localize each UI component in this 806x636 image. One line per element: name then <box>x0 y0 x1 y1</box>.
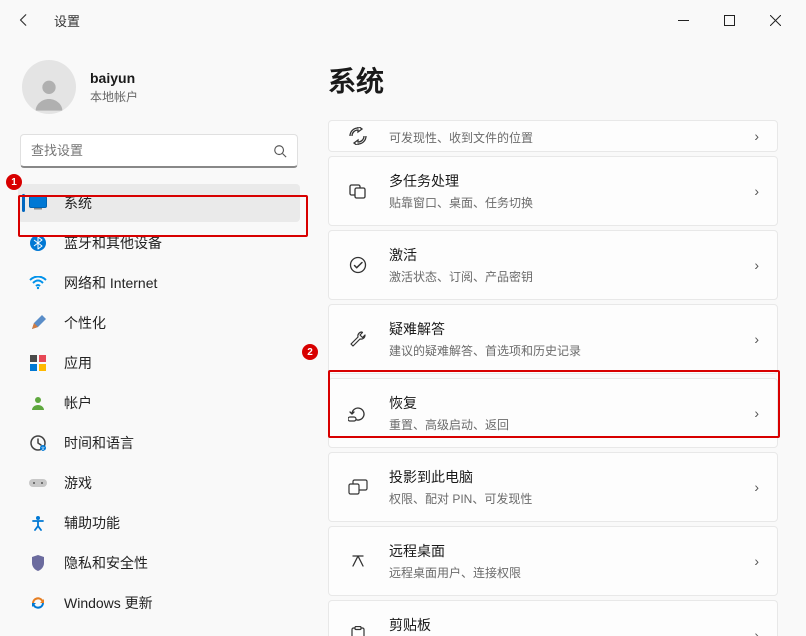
search-box[interactable] <box>20 134 298 168</box>
account-text: baiyun 本地帐户 <box>90 70 138 105</box>
share-icon <box>347 125 369 147</box>
sidebar-item-label: 隐私和安全性 <box>64 553 148 573</box>
sidebar-item-bluetooth[interactable]: 蓝牙和其他设备 <box>18 224 300 262</box>
accessibility-icon <box>28 513 48 533</box>
card-clipboard[interactable]: 剪贴板 剪切和复制历史记录、同步、清除 › <box>328 600 778 636</box>
chevron-right-icon: › <box>754 257 759 273</box>
sidebar-item-gaming[interactable]: 游戏 <box>18 464 300 502</box>
card-remote[interactable]: 远程桌面 远程桌面用户、连接权限 › <box>328 526 778 596</box>
chevron-right-icon: › <box>754 553 759 569</box>
sidebar-item-label: 时间和语言 <box>64 433 134 453</box>
window-controls <box>660 5 798 35</box>
card-title: 剪贴板 <box>389 615 754 635</box>
page-title: 系统 <box>328 60 778 100</box>
card-activation[interactable]: 激活 激活状态、订阅、产品密钥 › <box>328 230 778 300</box>
sidebar-item-apps[interactable]: 应用 <box>18 344 300 382</box>
card-title: 投影到此电脑 <box>389 467 754 487</box>
chevron-right-icon: › <box>754 479 759 495</box>
clock-icon: 文 <box>28 433 48 453</box>
chevron-right-icon: › <box>754 405 759 421</box>
card-subtitle: 远程桌面用户、连接权限 <box>389 564 754 581</box>
sidebar-item-personalize[interactable]: 个性化 <box>18 304 300 342</box>
card-title: 多任务处理 <box>389 171 754 191</box>
card-title: 远程桌面 <box>389 541 754 561</box>
close-icon <box>770 15 781 26</box>
card-subtitle: 权限、配对 PIN、可发现性 <box>389 490 754 507</box>
remote-icon <box>347 550 369 572</box>
card-title: 恢复 <box>389 393 754 413</box>
card-troubleshoot[interactable]: 疑难解答 建议的疑难解答、首选项和历史记录 › <box>328 304 778 374</box>
chevron-right-icon: › <box>754 331 759 347</box>
sidebar: baiyun 本地帐户 系统 蓝牙和其他设备 网络和 Internet 个性化 … <box>0 40 310 636</box>
sidebar-item-privacy[interactable]: 隐私和安全性 <box>18 544 300 582</box>
apps-icon <box>28 353 48 373</box>
bluetooth-icon <box>28 233 48 253</box>
maximize-button[interactable] <box>706 5 752 35</box>
sidebar-item-time[interactable]: 文 时间和语言 <box>18 424 300 462</box>
sidebar-item-label: Windows 更新 <box>64 593 153 613</box>
search-icon <box>273 144 287 158</box>
avatar-icon <box>29 74 69 114</box>
sidebar-item-label: 网络和 Internet <box>64 273 157 293</box>
check-icon <box>347 254 369 276</box>
wrench-icon <box>347 328 369 350</box>
account-panel[interactable]: baiyun 本地帐户 <box>18 52 300 130</box>
sidebar-item-label: 系统 <box>64 193 92 213</box>
callout-2-badge: 2 <box>302 344 318 360</box>
recovery-icon <box>347 402 369 424</box>
window-title: 设置 <box>54 11 80 30</box>
sidebar-item-system[interactable]: 系统 <box>18 184 300 222</box>
minimize-button[interactable] <box>660 5 706 35</box>
card-multitask[interactable]: 多任务处理 贴靠窗口、桌面、任务切换 › <box>328 156 778 226</box>
callout-1-badge: 1 <box>6 174 22 190</box>
wifi-icon <box>28 273 48 293</box>
sidebar-item-label: 游戏 <box>64 473 92 493</box>
sidebar-item-network[interactable]: 网络和 Internet <box>18 264 300 302</box>
card-title: 疑难解答 <box>389 319 754 339</box>
card-title: 激活 <box>389 245 754 265</box>
card-nearby-share[interactable]: 就近共享 可发现性、收到文件的位置 › <box>328 120 778 152</box>
card-project[interactable]: 投影到此电脑 权限、配对 PIN、可发现性 › <box>328 452 778 522</box>
card-subtitle: 重置、高级启动、返回 <box>389 416 754 433</box>
person-icon <box>28 393 48 413</box>
svg-text:文: 文 <box>41 445 45 451</box>
card-subtitle: 贴靠窗口、桌面、任务切换 <box>389 194 754 211</box>
brush-icon <box>28 313 48 333</box>
back-button[interactable] <box>8 4 40 36</box>
sidebar-item-accessibility[interactable]: 辅助功能 <box>18 504 300 542</box>
avatar <box>22 60 76 114</box>
minimize-icon <box>678 15 689 26</box>
system-icon <box>28 193 48 213</box>
card-subtitle: 建议的疑难解答、首选项和历史记录 <box>389 342 754 359</box>
sidebar-item-label: 应用 <box>64 353 92 373</box>
update-icon <box>28 593 48 613</box>
sidebar-item-update[interactable]: Windows 更新 <box>18 584 300 622</box>
card-recovery[interactable]: 恢复 重置、高级启动、返回 › <box>328 378 778 448</box>
game-icon <box>28 473 48 493</box>
card-subtitle: 可发现性、收到文件的位置 <box>389 129 754 146</box>
sidebar-item-accounts[interactable]: 帐户 <box>18 384 300 422</box>
chevron-right-icon: › <box>754 128 759 144</box>
project-icon <box>347 476 369 498</box>
titlebar: 设置 <box>0 0 806 40</box>
shield-icon <box>28 553 48 573</box>
card-subtitle: 激活状态、订阅、产品密钥 <box>389 268 754 285</box>
content-pane: 系统 就近共享 可发现性、收到文件的位置 › 多任务处理 贴靠窗口、桌面、任务切… <box>310 40 806 636</box>
sidebar-item-label: 蓝牙和其他设备 <box>64 233 162 253</box>
sidebar-item-label: 辅助功能 <box>64 513 120 533</box>
search-input[interactable] <box>31 143 273 158</box>
chevron-right-icon: › <box>754 627 759 636</box>
sidebar-item-label: 个性化 <box>64 313 106 333</box>
sidebar-item-label: 帐户 <box>64 393 92 413</box>
arrow-left-icon <box>17 13 31 27</box>
account-name: baiyun <box>90 70 138 86</box>
account-subtitle: 本地帐户 <box>90 88 138 105</box>
maximize-icon <box>724 15 735 26</box>
clipboard-icon <box>347 624 369 636</box>
chevron-right-icon: › <box>754 183 759 199</box>
multitask-icon <box>347 180 369 202</box>
close-button[interactable] <box>752 5 798 35</box>
